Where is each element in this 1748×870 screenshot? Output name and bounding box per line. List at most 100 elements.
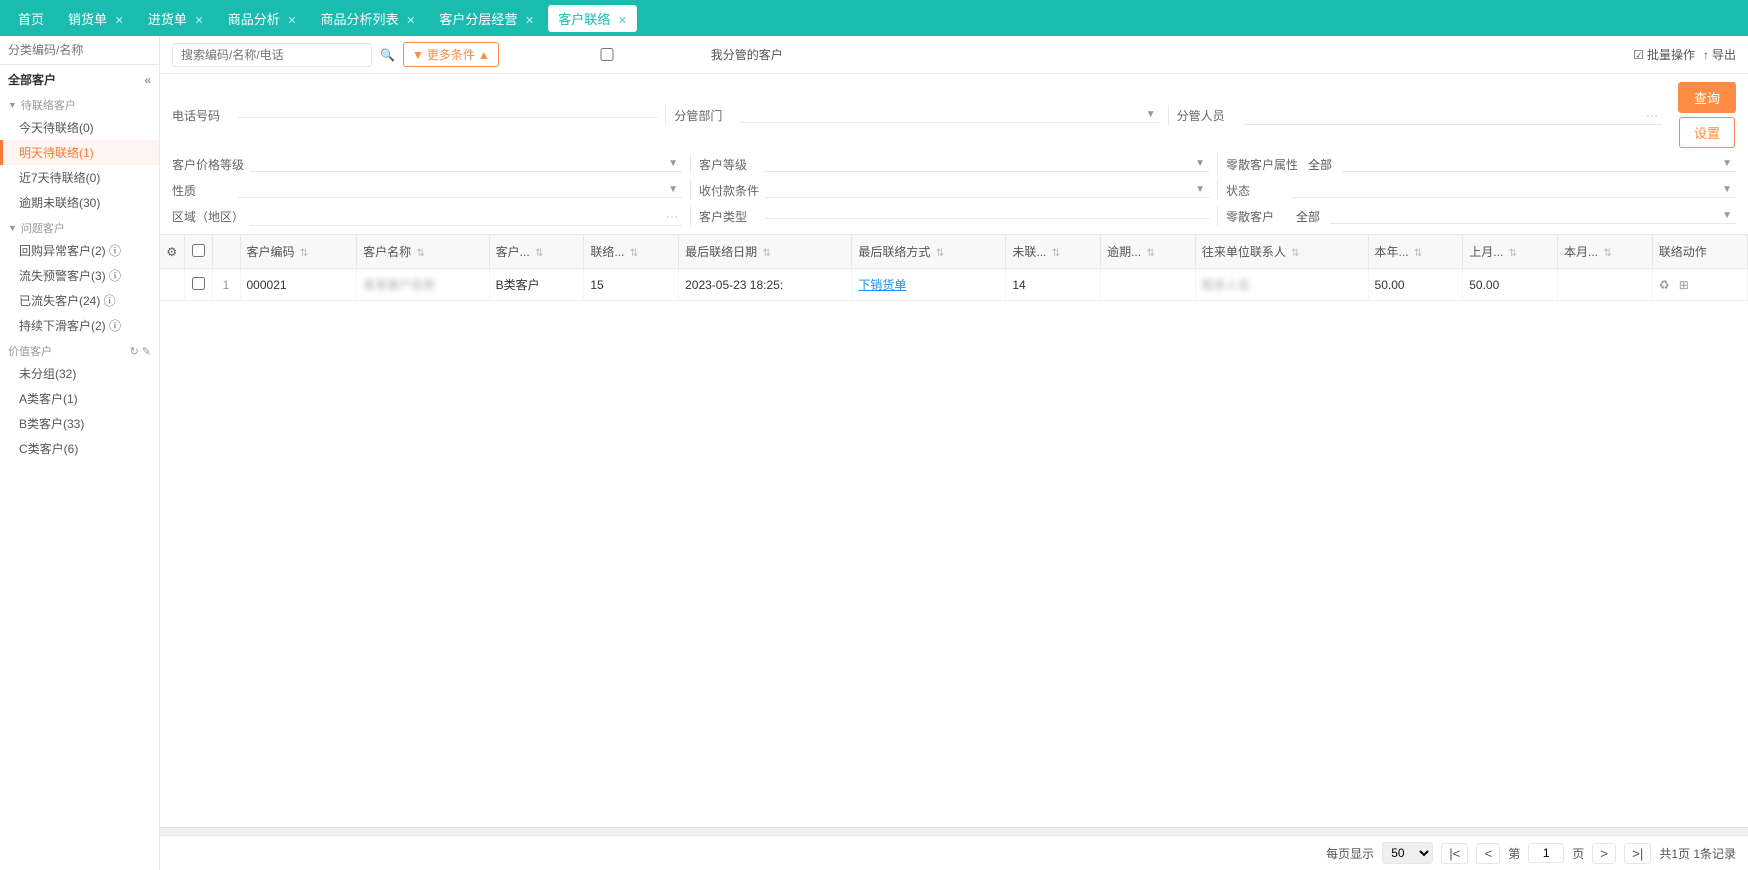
col-last-contact-method[interactable]: 最后联络方式 ⇅ (852, 235, 1006, 269)
row-checkbox[interactable] (192, 277, 205, 290)
row-customer-code[interactable]: 000021 (240, 269, 357, 301)
nav-customer-layering[interactable]: 客户分层经营 ✕ (429, 5, 544, 32)
row-contact-person: 联系人名 (1195, 269, 1368, 301)
col-un-contact[interactable]: 未联... ⇅ (1006, 235, 1101, 269)
col-last-month[interactable]: 上月... ⇅ (1463, 235, 1558, 269)
sidebar-item-class-c[interactable]: C类客户(6) (0, 436, 159, 461)
nav-purchase[interactable]: 进货单 ✕ (138, 5, 214, 32)
action-icon-2[interactable]: ⊞ (1679, 278, 1689, 292)
search-icon[interactable]: 🔍 (380, 48, 395, 62)
sidebar-item-overdue[interactable]: 逾期未联络(30) (0, 190, 159, 215)
col-this-month[interactable]: 本月... ⇅ (1557, 235, 1652, 269)
field-retail-customer: 零散客户 全部 ▼ (1226, 208, 1736, 225)
sidebar-item-churn-warning[interactable]: 流失预警客户(3) ⓘ (0, 263, 159, 288)
field-price-level-input[interactable]: ▼ (250, 156, 682, 172)
sidebar-all-customers[interactable]: 全部客户 « (0, 65, 159, 92)
sort-type-icon: ⇅ (535, 248, 543, 259)
select-all-checkbox[interactable] (192, 244, 205, 257)
col-checkbox[interactable] (184, 235, 212, 269)
nav-close-customer-contact[interactable]: ✕ (618, 15, 627, 27)
nav-sales[interactable]: 销货单 ✕ (58, 5, 134, 32)
row-customer-name[interactable]: 某某客户名称 (357, 269, 490, 301)
search-input[interactable] (172, 43, 372, 67)
next-page-btn[interactable]: > (1592, 843, 1616, 864)
sidebar-item-ungrouped[interactable]: 未分组(32) (0, 361, 159, 386)
sep7 (690, 206, 691, 226)
field-region-input[interactable]: ··· (250, 207, 682, 226)
filter-bar: 🔍 ▼ 更多条件 ▲ 我分管的客户 ☑ 批量操作 ↑ 导出 (160, 36, 1748, 74)
field-retail-attr-input[interactable]: ▼ (1342, 156, 1736, 172)
nav-close-customer-layering[interactable]: ✕ (525, 15, 534, 27)
nav-close-product-analysis-list[interactable]: ✕ (406, 15, 415, 27)
sidebar-item-today[interactable]: 今天待联络(0) (0, 115, 159, 140)
sidebar-search-input[interactable] (8, 43, 160, 57)
field-dept-input[interactable]: ▼ (740, 107, 1159, 123)
col-contact-person[interactable]: 往来单位联系人 ⇅ (1195, 235, 1368, 269)
field-payment-terms-label: 收付款条件 (699, 182, 759, 199)
field-payment-terms-input[interactable]: ▼ (765, 182, 1209, 198)
row-action[interactable]: ♻ ⊞ (1652, 269, 1747, 301)
nav-home[interactable]: 首页 (8, 5, 54, 32)
nav-close-purchase[interactable]: ✕ (194, 15, 203, 27)
field-nature-input[interactable]: ▼ (238, 182, 682, 198)
sidebar-item-class-b[interactable]: B类客户(33) (0, 411, 159, 436)
sep3 (690, 154, 691, 174)
scrollbar[interactable] (160, 827, 1748, 835)
nav-product-analysis-list[interactable]: 商品分析列表 ✕ (311, 5, 426, 32)
more-conditions-btn[interactable]: ▼ 更多条件 ▲ (403, 42, 499, 67)
batch-ops-btn[interactable]: ☑ 批量操作 (1633, 46, 1695, 63)
col-contact-count[interactable]: 联络... ⇅ (584, 235, 679, 269)
last-page-btn[interactable]: >| (1624, 843, 1651, 864)
field-customer-level-input[interactable]: ▼ (765, 156, 1209, 172)
row-settings (160, 269, 184, 301)
sidebar-item-repurchase-abnormal[interactable]: 回购异常客户(2) ⓘ (0, 238, 159, 263)
adv-filter-row-2: 客户价格等级 ▼ 客户等级 ▼ 零散客户属性 全部 (172, 154, 1736, 174)
col-this-year[interactable]: 本年... ⇅ (1368, 235, 1463, 269)
my-customers-checkbox-label[interactable]: 我分管的客户 (507, 46, 783, 63)
col-last-contact-date[interactable]: 最后联络日期 ⇅ (679, 235, 852, 269)
set-button[interactable]: 设置 (1679, 117, 1735, 148)
my-customers-checkbox[interactable] (507, 48, 707, 61)
field-customer-type-input[interactable] (765, 214, 1209, 219)
page-size-select[interactable]: 50 100 200 (1382, 842, 1433, 864)
query-button[interactable]: 查询 (1678, 82, 1736, 113)
sidebar-collapse-icon[interactable]: « (144, 73, 151, 87)
field-customer-type-label: 客户类型 (699, 208, 759, 225)
col-settings[interactable]: ⚙ (160, 235, 184, 269)
sidebar-item-7days[interactable]: 近7天待联络(0) (0, 165, 159, 190)
action-icon-1[interactable]: ♻ (1659, 278, 1670, 292)
field-phone: 电话号码 (172, 107, 657, 124)
field-manager-input[interactable]: ··· (1243, 106, 1662, 125)
all-customers-label: 全部客户 (8, 71, 56, 88)
first-page-btn[interactable]: |< (1441, 843, 1468, 864)
page-input[interactable] (1528, 843, 1564, 863)
table-container: ⚙ 客户编码 ⇅ 客户名称 ⇅ 客户... ⇅ 联络... ⇅ 最后联络日期 ⇅… (160, 235, 1748, 827)
row-num: 1 (212, 269, 240, 301)
prev-page-btn[interactable]: < (1476, 843, 1500, 864)
value-group-refresh-icon[interactable]: ↻ (130, 345, 139, 358)
sidebar-item-tomorrow[interactable]: 明天待联络(1) (0, 140, 159, 165)
field-status-input[interactable]: ▼ (1292, 182, 1736, 198)
export-btn[interactable]: ↑ 导出 (1703, 46, 1736, 63)
nav-close-product-analysis[interactable]: ✕ (287, 15, 296, 27)
export-label: 导出 (1712, 46, 1736, 63)
col-overdue[interactable]: 逾期... ⇅ (1101, 235, 1196, 269)
nav-close-sales[interactable]: ✕ (115, 15, 124, 27)
last-contact-method-link[interactable]: 下销货单 (858, 278, 906, 292)
col-action: 联络动作 (1652, 235, 1747, 269)
field-manager: 分管人员 ··· (1177, 106, 1662, 125)
field-phone-input[interactable] (238, 113, 657, 118)
nav-product-analysis[interactable]: 商品分析 ✕ (218, 5, 307, 32)
col-customer-type[interactable]: 客户... ⇅ (489, 235, 584, 269)
sidebar-item-class-a[interactable]: A类客户(1) (0, 386, 159, 411)
col-customer-name[interactable]: 客户名称 ⇅ (357, 235, 490, 269)
row-checkbox-cell[interactable] (184, 269, 212, 301)
col-customer-code[interactable]: 客户编码 ⇅ (240, 235, 357, 269)
nav-customer-contact[interactable]: 客户联络 ✕ (548, 5, 637, 32)
field-retail-customer-input[interactable]: ▼ (1330, 208, 1736, 224)
sort-method-icon: ⇅ (936, 248, 944, 259)
row-last-contact-method[interactable]: 下销货单 (852, 269, 1006, 301)
sidebar-item-declining[interactable]: 持续下滑客户(2) ⓘ (0, 313, 159, 338)
sidebar-item-churned[interactable]: 已流失客户(24) ⓘ (0, 288, 159, 313)
value-group-edit-icon[interactable]: ✎ (142, 345, 151, 358)
